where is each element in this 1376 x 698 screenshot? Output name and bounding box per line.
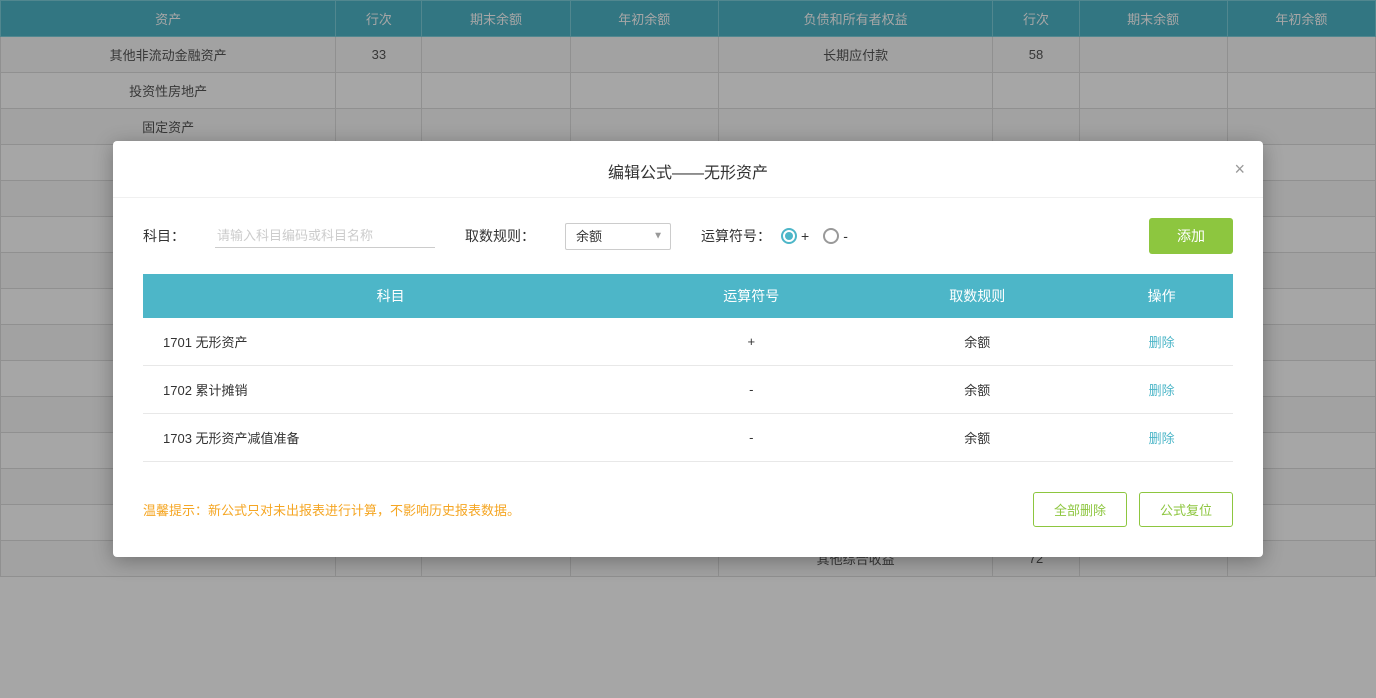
subject-label: 科目： (143, 226, 185, 246)
cell-action: 删除 (1090, 366, 1233, 414)
subject-input[interactable] (215, 224, 435, 248)
footer-buttons: 全部删除 公式复位 (1033, 492, 1233, 527)
cell-operator: - (638, 414, 864, 462)
rule-label: 取数规则： (465, 226, 535, 246)
modal-close-button[interactable]: × (1234, 160, 1245, 178)
col-header-rule: 取数规则 (864, 274, 1090, 318)
table-row: 1702 累计摊销-余额 删除 (143, 366, 1233, 414)
delete-row-button[interactable]: 删除 (1149, 383, 1175, 398)
delete-row-button[interactable]: 删除 (1149, 431, 1175, 446)
formula-form-row: 科目： 取数规则： 余额 借方余额 贷方余额 借方发生额 贷方发生额 运算符号：… (113, 198, 1263, 274)
cell-subject: 1701 无形资产 (143, 318, 638, 366)
col-header-subject: 科目 (143, 274, 638, 318)
plus-radio-label: + (801, 228, 809, 244)
table-row: 1701 无形资产+余额 删除 (143, 318, 1233, 366)
hint-text: 温馨提示：新公式只对未出报表进行计算，不影响历史报表数据。 (143, 500, 520, 519)
plus-radio-circle[interactable] (781, 228, 797, 244)
edit-formula-modal: 编辑公式——无形资产 × 科目： 取数规则： 余额 借方余额 贷方余额 借方发生… (113, 141, 1263, 557)
cell-operator: + (638, 318, 864, 366)
minus-radio-circle[interactable] (823, 228, 839, 244)
modal-header: 编辑公式——无形资产 × (113, 141, 1263, 198)
modal-title: 编辑公式——无形资产 (608, 159, 768, 183)
cell-action: 删除 (1090, 318, 1233, 366)
add-button[interactable]: 添加 (1149, 218, 1233, 254)
operator-plus-radio[interactable]: + (781, 228, 809, 244)
delete-row-button[interactable]: 删除 (1149, 335, 1175, 350)
modal-footer: 温馨提示：新公式只对未出报表进行计算，不影响历史报表数据。 全部删除 公式复位 (113, 462, 1263, 527)
cell-rule: 余额 (864, 414, 1090, 462)
cell-action: 删除 (1090, 414, 1233, 462)
table-row: 1703 无形资产减值准备-余额 删除 (143, 414, 1233, 462)
operator-minus-radio[interactable]: - (823, 228, 848, 244)
cell-subject: 1703 无形资产减值准备 (143, 414, 638, 462)
reset-formula-button[interactable]: 公式复位 (1139, 492, 1233, 527)
cell-subject: 1702 累计摊销 (143, 366, 638, 414)
operator-radio-group: + - (781, 228, 848, 244)
cell-rule: 余额 (864, 366, 1090, 414)
operator-label: 运算符号： (701, 226, 771, 246)
rule-select[interactable]: 余额 借方余额 贷方余额 借方发生额 贷方发生额 (565, 223, 671, 250)
table-header-row: 科目 运算符号 取数规则 操作 (143, 274, 1233, 318)
col-header-action: 操作 (1090, 274, 1233, 318)
col-header-operator: 运算符号 (638, 274, 864, 318)
data-table-wrapper: 科目 运算符号 取数规则 操作 1701 无形资产+余额删除1702 累计摊销-… (143, 274, 1233, 462)
rule-select-wrapper[interactable]: 余额 借方余额 贷方余额 借方发生额 贷方发生额 (565, 223, 671, 250)
operator-section: 运算符号： + - (701, 226, 848, 246)
cell-operator: - (638, 366, 864, 414)
cell-rule: 余额 (864, 318, 1090, 366)
delete-all-button[interactable]: 全部删除 (1033, 492, 1127, 527)
formula-table: 科目 运算符号 取数规则 操作 1701 无形资产+余额删除1702 累计摊销-… (143, 274, 1233, 462)
minus-radio-label: - (843, 228, 848, 244)
